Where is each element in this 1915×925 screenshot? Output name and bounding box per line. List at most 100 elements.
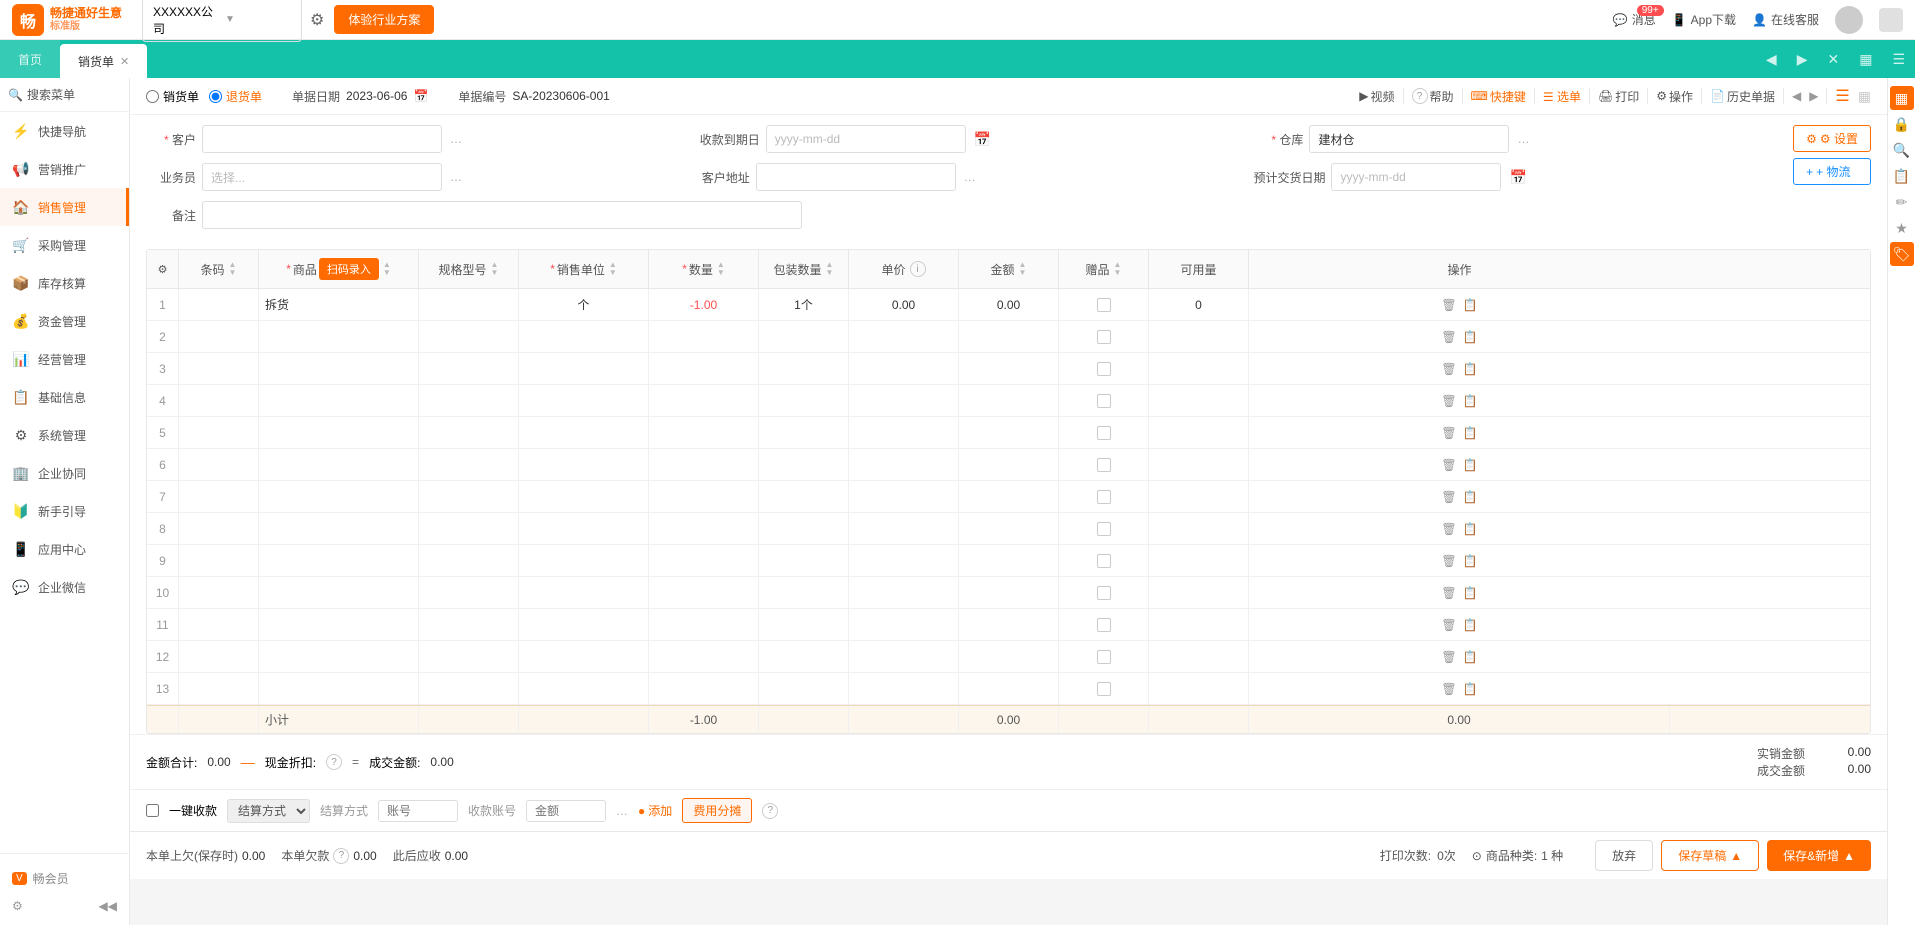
one-click-payment-checkbox[interactable] (146, 804, 159, 817)
right-panel-grid-icon[interactable]: ▦ (1890, 86, 1914, 110)
row-1-copy-icon[interactable]: 📋 (1463, 298, 1478, 312)
row-1-unit[interactable]: 个 (519, 289, 649, 320)
add-payment-button[interactable]: ● 添加 (638, 802, 672, 819)
sidebar-item-marketing[interactable]: 📢 营销推广 (0, 150, 129, 188)
radio-return-order-input[interactable] (209, 90, 222, 103)
row-10-delete-icon[interactable]: 🗑 (1441, 586, 1456, 600)
toolbar-print-btn[interactable]: 🖨 打印 (1598, 88, 1639, 105)
toolbar-help-btn[interactable]: ? 帮助 (1412, 88, 1454, 105)
payment-method-select[interactable]: 结算方式 (227, 799, 310, 823)
gift-checkbox-1[interactable] (1097, 298, 1111, 312)
avatar-dropdown[interactable] (1879, 8, 1903, 32)
fee-info-icon[interactable]: ? (762, 803, 778, 819)
row-1-barcode[interactable] (179, 289, 259, 320)
toolbar-select-btn[interactable]: ☰ 选单 (1543, 88, 1581, 105)
sidebar-item-quick-nav[interactable]: ⚡ 快捷导航 (0, 112, 129, 150)
delivery-calendar-icon[interactable]: 📅 (1509, 169, 1526, 186)
row-13-copy-icon[interactable]: 📋 (1463, 682, 1478, 696)
grid-view-icon[interactable]: ▦ (1849, 51, 1882, 68)
row-10-copy-icon[interactable]: 📋 (1463, 586, 1478, 600)
customer-input[interactable] (202, 125, 442, 153)
avatar[interactable] (1835, 6, 1863, 34)
sort-amount-icon[interactable]: ▲▼ (1019, 261, 1027, 277)
row-11-copy-icon[interactable]: 📋 (1463, 618, 1478, 632)
app-download-button[interactable]: 📱 App下载 (1672, 11, 1736, 28)
th-settings[interactable]: ⚙ (147, 250, 179, 288)
settings-icon[interactable]: ⚙ (310, 10, 324, 30)
unit-price-info-icon[interactable]: i (910, 261, 926, 277)
toolbar-shortcut-btn[interactable]: ⌨ 快捷键 (1471, 88, 1526, 105)
row-2-delete-icon[interactable]: 🗑 (1441, 330, 1456, 344)
sidebar-item-enterprise-wechat[interactable]: 💬 企业微信 (0, 568, 129, 606)
row-6-delete-icon[interactable]: 🗑 (1441, 458, 1456, 472)
sort-barcode-icon[interactable]: ▲▼ (229, 261, 237, 277)
delivery-date-input[interactable]: yyyy-mm-dd (1331, 163, 1501, 191)
discount-info-icon[interactable]: ? (326, 754, 342, 770)
row-1-spec[interactable] (419, 289, 519, 320)
row-4-copy-icon[interactable]: 📋 (1463, 394, 1478, 408)
nav-arrow-right-icon[interactable]: ▶ (1787, 51, 1818, 68)
right-panel-edit-icon[interactable]: ✏ (1890, 190, 1914, 214)
fee-split-button[interactable]: 费用分摊 (682, 798, 752, 823)
row-1-product[interactable]: 拆货 (259, 289, 419, 320)
scan-button[interactable]: 扫码录入 (319, 258, 379, 280)
row-12-copy-icon[interactable]: 📋 (1463, 650, 1478, 664)
right-panel-tag-icon[interactable]: 🏷 (1890, 242, 1914, 266)
radio-sales-order[interactable]: 销货单 (146, 88, 199, 105)
row-9-delete-icon[interactable]: 🗑 (1441, 554, 1456, 568)
sidebar-item-sales[interactable]: 🏠 销售管理 (0, 188, 129, 226)
row-11-delete-icon[interactable]: 🗑 (1441, 618, 1456, 632)
customer-more-icon[interactable]: … (450, 132, 462, 146)
row-1-gift[interactable] (1059, 289, 1149, 320)
toolbar-video-btn[interactable]: ▶ 视频 (1359, 88, 1394, 105)
sort-qty-icon[interactable]: ▲▼ (717, 261, 725, 277)
order-balance-info-icon[interactable]: ? (333, 848, 349, 864)
warehouse-more-icon[interactable]: … (1517, 132, 1529, 146)
row-3-delete-icon[interactable]: 🗑 (1441, 362, 1456, 376)
setup-button[interactable]: ⚙ ⚙ 设置 (1793, 125, 1871, 152)
save-draft-button[interactable]: 保存草稿 ▲ (1661, 840, 1759, 871)
sort-product-icon[interactable]: ▲▼ (383, 261, 391, 277)
sidebar-item-system[interactable]: ⚙ 系统管理 (0, 416, 129, 454)
radio-sales-order-input[interactable] (146, 90, 159, 103)
sidebar-search[interactable]: 🔍 搜索菜单 (0, 78, 129, 112)
right-panel-lock-icon[interactable]: 🔒 (1890, 112, 1914, 136)
sidebar-collapse-icon[interactable]: ◀◀ (99, 899, 117, 913)
product-type-radio-icon[interactable]: ⊙ (1472, 849, 1482, 863)
minus-icon[interactable]: — (241, 754, 255, 770)
row-1-amount[interactable]: 0.00 (959, 289, 1059, 320)
sort-pkg-icon[interactable]: ▲▼ (826, 261, 834, 277)
list-view-icon[interactable]: ☰ (1882, 51, 1915, 68)
right-panel-star-icon[interactable]: ★ (1890, 216, 1914, 240)
toolbar-operation-btn[interactable]: ⚙ 操作 (1656, 88, 1693, 105)
row-5-delete-icon[interactable]: 🗑 (1441, 426, 1456, 440)
row-1-delete-icon[interactable]: 🗑 (1441, 298, 1456, 312)
sidebar-item-vip[interactable]: V 畅会员 (0, 862, 129, 895)
close-all-icon[interactable]: ✕ (1817, 51, 1849, 68)
row-1-unit-price[interactable]: 0.00 (849, 289, 959, 320)
online-service-button[interactable]: 👤 在线客服 (1752, 11, 1819, 28)
warehouse-input[interactable]: 建材仓 (1309, 125, 1509, 153)
tab-sales-order[interactable]: 销货单 ✕ (60, 44, 147, 78)
logistics-button[interactable]: + + 物流 (1793, 158, 1871, 185)
sort-spec-icon[interactable]: ▲▼ (491, 261, 499, 277)
sidebar-item-app-center[interactable]: 📱 应用中心 (0, 530, 129, 568)
radio-return-order[interactable]: 退货单 (209, 88, 262, 105)
salesperson-input[interactable]: 选择... (202, 163, 442, 191)
right-panel-search-icon[interactable]: 🔍 (1890, 138, 1914, 162)
notes-input[interactable] (202, 201, 802, 229)
row-4-delete-icon[interactable]: 🗑 (1441, 394, 1456, 408)
sidebar-item-basic[interactable]: 📋 基础信息 (0, 378, 129, 416)
sidebar-item-purchase[interactable]: 🛒 采购管理 (0, 226, 129, 264)
row-2-gift[interactable] (1059, 321, 1149, 352)
tab-close-icon[interactable]: ✕ (120, 55, 129, 68)
row-8-copy-icon[interactable]: 📋 (1463, 522, 1478, 536)
experience-button[interactable]: 体验行业方案 (334, 5, 434, 34)
row-12-delete-icon[interactable]: 🗑 (1441, 650, 1456, 664)
save-new-button[interactable]: 保存&新增 ▲ (1767, 840, 1871, 871)
row-6-copy-icon[interactable]: 📋 (1463, 458, 1478, 472)
discard-button[interactable]: 放弃 (1595, 840, 1653, 871)
sort-gift-icon[interactable]: ▲▼ (1114, 261, 1122, 277)
row-5-copy-icon[interactable]: 📋 (1463, 426, 1478, 440)
toolbar-history-btn[interactable]: 📄 历史单据 (1710, 88, 1775, 105)
